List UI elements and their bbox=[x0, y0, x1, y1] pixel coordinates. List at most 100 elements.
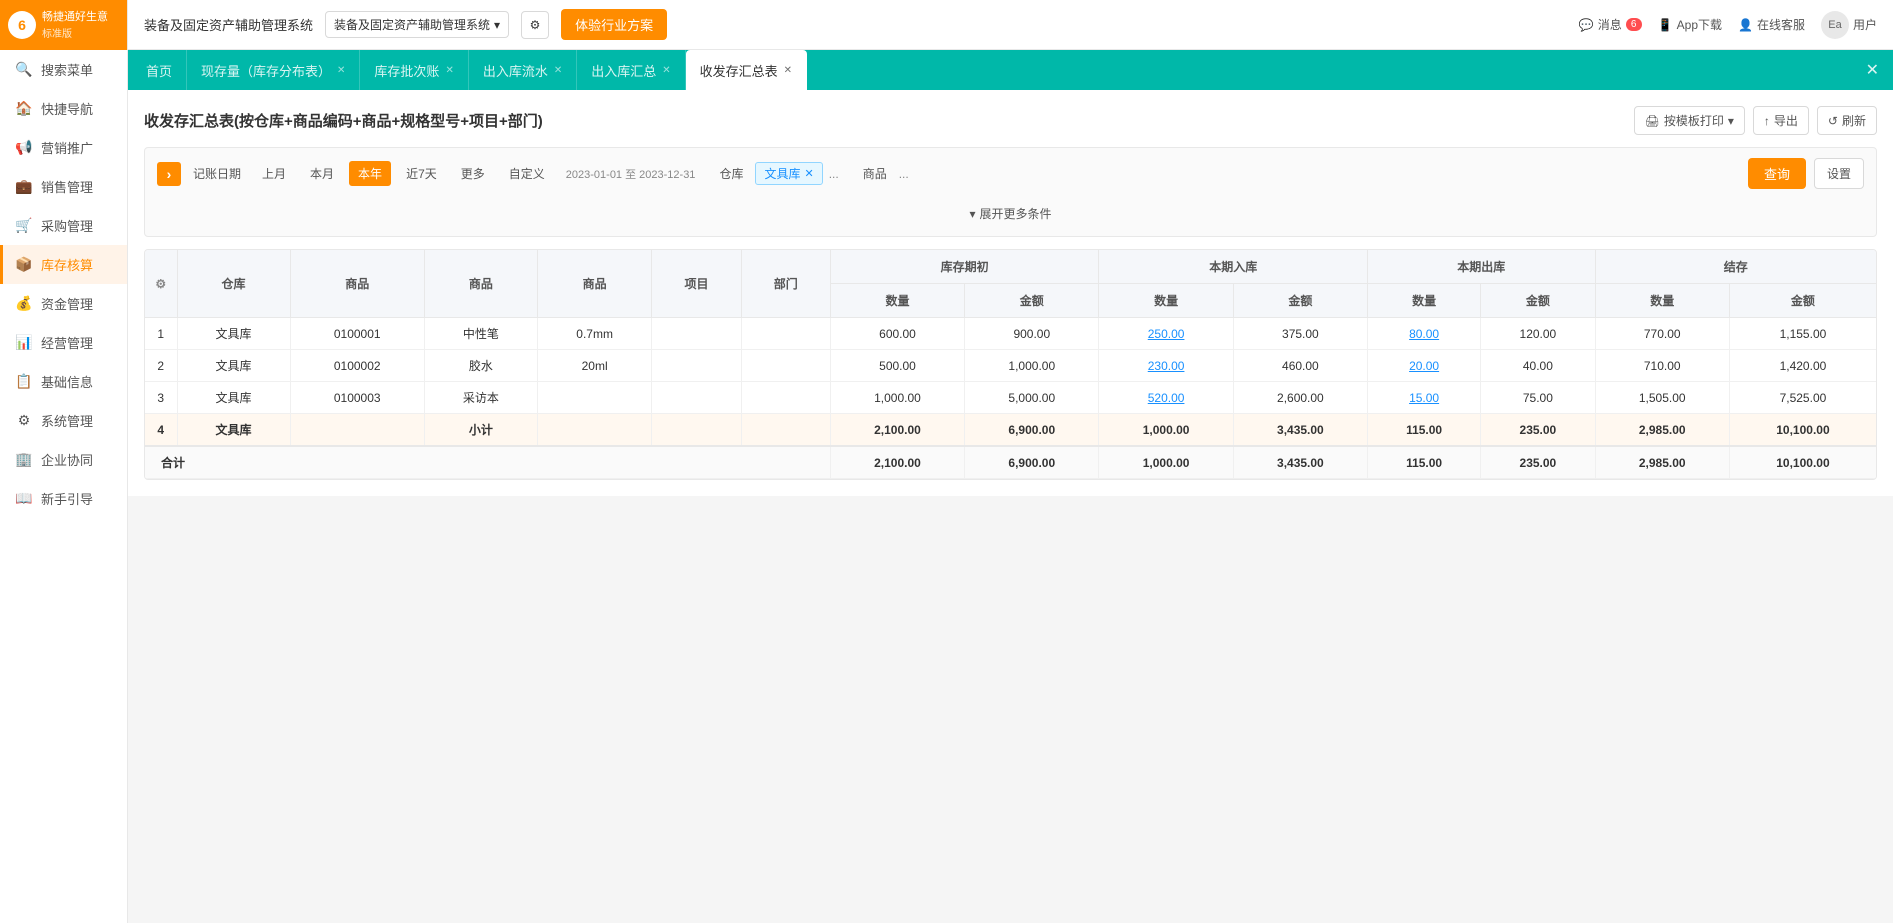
tab-label: 现存量（库存分布表） bbox=[201, 61, 331, 80]
inventory-icon: 📦 bbox=[15, 256, 33, 274]
row-opening-qty: 1,000.00 bbox=[830, 382, 964, 414]
tab-close-icon[interactable]: ✕ bbox=[662, 65, 670, 76]
settings-icon[interactable]: ⚙ bbox=[521, 11, 549, 39]
expand-conditions-btn[interactable]: ▾ 展开更多条件 bbox=[957, 201, 1063, 226]
row-dept bbox=[741, 382, 830, 414]
query-button[interactable]: 查询 bbox=[1748, 158, 1806, 189]
tab-inout-summary[interactable]: 出入库汇总✕ bbox=[577, 50, 685, 90]
row-goods-code: 0100003 bbox=[290, 382, 424, 414]
row-out-qty[interactable]: 80.00 bbox=[1368, 318, 1481, 350]
table-settings-col: ⚙ bbox=[145, 250, 177, 318]
row-no: 3 bbox=[145, 382, 177, 414]
user-avatar: Ea bbox=[1821, 11, 1849, 39]
close-all-tabs[interactable]: ✕ bbox=[1856, 60, 1889, 80]
date-btn-cur-year[interactable]: 本年 bbox=[349, 161, 391, 186]
tab-inout-flow[interactable]: 出入库流水✕ bbox=[469, 50, 577, 90]
date-btn-prev-month[interactable]: 上月 bbox=[253, 161, 295, 186]
row-warehouse: 文具库 bbox=[177, 350, 290, 382]
table-gear-icon[interactable]: ⚙ bbox=[155, 277, 166, 291]
topbar: 装备及固定资产辅助管理系统 装备及固定资产辅助管理系统 ▾ ⚙ 体验行业方案 💬… bbox=[128, 0, 1893, 50]
sidebar-item-enterprise[interactable]: 🏢 企业协同 bbox=[0, 440, 127, 479]
user-menu[interactable]: Ea 用户 bbox=[1821, 11, 1877, 39]
row-goods-code: 0100001 bbox=[290, 318, 424, 350]
system-select[interactable]: 装备及固定资产辅助管理系统 ▾ bbox=[325, 11, 509, 38]
print-btn[interactable]: 🖨 按模板打印 ▾ bbox=[1634, 106, 1745, 135]
sidebar-item-finance[interactable]: 💰 资金管理 bbox=[0, 284, 127, 323]
tab-close-icon[interactable]: ✕ bbox=[554, 65, 562, 76]
filter-toggle-btn[interactable]: › bbox=[157, 162, 181, 186]
print-icon: 🖨 bbox=[1645, 114, 1660, 128]
refresh-btn[interactable]: ↺ 刷新 bbox=[1817, 106, 1877, 135]
topbar-right: 💬 消息 6 📱 App下载 👤 在线客服 Ea 用户 bbox=[1579, 11, 1877, 39]
online-service-btn[interactable]: 👤 在线客服 bbox=[1738, 16, 1805, 33]
row-goods-code bbox=[290, 414, 424, 447]
footer-in-qty: 1,000.00 bbox=[1099, 446, 1233, 479]
sidebar-item-purchase[interactable]: 🛒 采购管理 bbox=[0, 206, 127, 245]
row-dept bbox=[741, 318, 830, 350]
goods-more-btn[interactable]: ... bbox=[899, 167, 909, 181]
footer-opening-qty: 2,100.00 bbox=[830, 446, 964, 479]
date-btn-cur-month[interactable]: 本月 bbox=[301, 161, 343, 186]
tab-inventory-dist[interactable]: 现存量（库存分布表） ✕ bbox=[187, 50, 360, 90]
sidebar-item-basic-info[interactable]: 📋 基础信息 bbox=[0, 362, 127, 401]
sidebar-item-label: 库存核算 bbox=[41, 255, 93, 274]
system-icon: ⚙ bbox=[15, 412, 33, 430]
sidebar-item-search[interactable]: 🔍 搜索菜单 bbox=[0, 50, 127, 89]
app-download-btn[interactable]: 📱 App下载 bbox=[1658, 16, 1722, 33]
row-in-qty[interactable]: 230.00 bbox=[1099, 350, 1233, 382]
row-dept bbox=[741, 350, 830, 382]
tab-recv-send-summary[interactable]: 收发存汇总表 ✕ bbox=[686, 50, 807, 90]
content-area: 收发存汇总表(按仓库+商品编码+商品+规格型号+项目+部门) 🖨 按模板打印 ▾… bbox=[128, 90, 1893, 496]
date-btn-more[interactable]: 更多 bbox=[452, 161, 494, 186]
tab-close-icon[interactable]: ✕ bbox=[784, 65, 792, 76]
tab-close-icon[interactable]: ✕ bbox=[445, 65, 453, 76]
row-in-qty[interactable]: 250.00 bbox=[1099, 318, 1233, 350]
row-opening-amt: 6,900.00 bbox=[965, 414, 1099, 447]
tab-close-icon[interactable]: ✕ bbox=[337, 65, 345, 76]
col-out-amt: 金额 bbox=[1481, 284, 1595, 318]
table-row: 1 文具库 0100001 中性笔 0.7mm 600.00 900.00 25… bbox=[145, 318, 1876, 350]
row-opening-qty: 2,100.00 bbox=[830, 414, 964, 447]
row-out-amt: 120.00 bbox=[1481, 318, 1595, 350]
guide-icon: 📖 bbox=[15, 490, 33, 508]
logo-icon: 6 bbox=[8, 11, 36, 39]
warehouse-more-btn[interactable]: ... bbox=[829, 167, 839, 181]
row-out-qty[interactable]: 15.00 bbox=[1368, 382, 1481, 414]
sidebar-item-inventory[interactable]: 📦 库存核算 bbox=[0, 245, 127, 284]
sidebar-item-label: 系统管理 bbox=[41, 411, 93, 430]
col-header-goods-code: 商品 bbox=[290, 250, 424, 318]
row-in-qty[interactable]: 520.00 bbox=[1099, 382, 1233, 414]
sidebar-item-marketing[interactable]: 📢 营销推广 bbox=[0, 128, 127, 167]
warehouse-tag-close-icon[interactable]: ✕ bbox=[804, 167, 813, 180]
sidebar-item-label: 营销推广 bbox=[41, 138, 93, 157]
sidebar-item-quick-nav[interactable]: 🏠 快捷导航 bbox=[0, 89, 127, 128]
tab-label: 收发存汇总表 bbox=[700, 61, 778, 80]
sidebar-item-sales[interactable]: 💼 销售管理 bbox=[0, 167, 127, 206]
col-header-goods-name: 商品 bbox=[424, 250, 537, 318]
date-btn-custom[interactable]: 自定义 bbox=[500, 161, 554, 186]
footer-label: 合计 bbox=[145, 446, 830, 479]
trial-button[interactable]: 体验行业方案 bbox=[561, 9, 667, 40]
chevron-down-icon: ▾ bbox=[494, 18, 500, 32]
row-no: 4 bbox=[145, 414, 177, 447]
sidebar-item-system[interactable]: ⚙ 系统管理 bbox=[0, 401, 127, 440]
date-btn-7days[interactable]: 近7天 bbox=[397, 161, 446, 186]
sidebar-item-operations[interactable]: 📊 经营管理 bbox=[0, 323, 127, 362]
marketing-icon: 📢 bbox=[15, 139, 33, 157]
table-row: 4 文具库 小计 2,100.00 6,900.00 1,000.00 3,43… bbox=[145, 414, 1876, 447]
row-no: 1 bbox=[145, 318, 177, 350]
row-out-qty[interactable]: 20.00 bbox=[1368, 350, 1481, 382]
export-btn[interactable]: ↑ 导出 bbox=[1753, 106, 1809, 135]
settings-button[interactable]: 设置 bbox=[1814, 158, 1864, 189]
row-goods-spec: 0.7mm bbox=[537, 318, 651, 350]
warehouse-tag[interactable]: 文具库 ✕ bbox=[755, 162, 822, 185]
row-goods-spec bbox=[537, 382, 651, 414]
row-in-qty: 1,000.00 bbox=[1099, 414, 1233, 447]
filter-area: › 记账日期 上月 本月 本年 近7天 更多 自定义 2023-01-01 至 … bbox=[144, 147, 1877, 237]
tab-batch[interactable]: 库存批次账✕ bbox=[360, 50, 468, 90]
tab-home[interactable]: 首页 bbox=[132, 50, 187, 90]
sidebar-item-guide[interactable]: 📖 新手引导 bbox=[0, 479, 127, 518]
sidebar-logo: 6 畅捷通好生意 标准版 bbox=[0, 0, 127, 50]
messages-btn[interactable]: 💬 消息 6 bbox=[1579, 16, 1642, 33]
row-closing-amt: 1,420.00 bbox=[1729, 350, 1876, 382]
